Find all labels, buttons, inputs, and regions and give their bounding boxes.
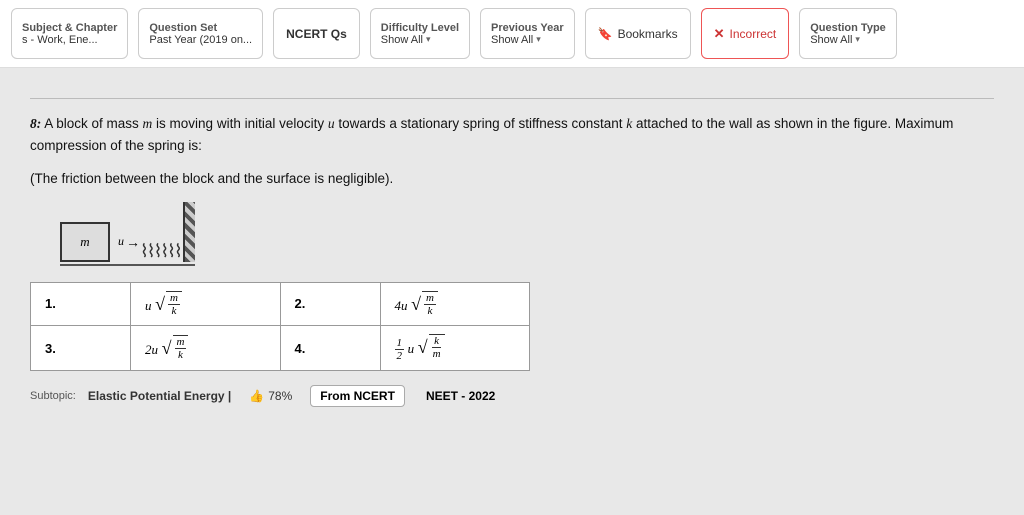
thumbs-up-icon: 👍	[249, 389, 264, 403]
bookmarks-button[interactable]: 🔖 Bookmarks	[585, 8, 691, 59]
difficulty-value: Show All ▾	[381, 34, 459, 46]
question-set-value: Past Year (2019 on...	[149, 34, 252, 46]
from-ncert-label: From NCERT	[320, 389, 395, 403]
previous-year-value: Show All ▾	[491, 34, 564, 46]
options-table: 1. u √ m k 2. 4u √	[30, 282, 530, 371]
subtopic-prefix: Subtopic:	[30, 390, 76, 402]
subject-chapter-label: Subject & Chapter	[22, 22, 117, 34]
option-2-num: 2.	[280, 282, 380, 325]
question-text: 8: A block of mass m is moving with init…	[30, 113, 994, 156]
option-3-num: 3.	[31, 325, 131, 370]
velocity-arrow: u →	[118, 234, 140, 250]
incorrect-label: Incorrect	[730, 27, 777, 41]
wall-figure	[183, 202, 195, 262]
difficulty-label: Difficulty Level	[381, 22, 459, 34]
block-figure: m	[60, 222, 110, 262]
thumbs-up-button[interactable]: 👍 78%	[243, 386, 298, 406]
question-type-value: Show All ▾	[810, 34, 886, 46]
difficulty-chevron-icon: ▾	[426, 34, 431, 45]
friction-note: (The friction between the block and the …	[30, 168, 994, 190]
option-4-expr: 1 2 u √ k m	[380, 325, 530, 370]
option-1-num: 1.	[31, 282, 131, 325]
figure-container: m u → ⌇⌇⌇⌇⌇⌇	[60, 202, 994, 266]
question-type-filter[interactable]: Question Type Show All ▾	[799, 8, 897, 59]
block-label: m	[80, 234, 89, 250]
question-type-chevron-icon: ▾	[855, 34, 860, 45]
option-3-expr: 2u √ m k	[131, 325, 281, 370]
option-1-expr: u √ m k	[131, 282, 281, 325]
previous-year-label: Previous Year	[491, 22, 564, 34]
question-number: 8:	[30, 116, 41, 131]
bookmarks-label: Bookmarks	[618, 27, 678, 41]
incorrect-button[interactable]: ✕ Incorrect	[701, 8, 790, 59]
question-set-label: Question Set	[149, 22, 252, 34]
option-row-1[interactable]: 1. u √ m k 2. 4u √	[31, 282, 530, 325]
stiffness-var: k	[626, 116, 632, 131]
previous-year-filter[interactable]: Previous Year Show All ▾	[480, 8, 575, 59]
exam-badge: NEET - 2022	[417, 386, 504, 406]
velocity-label: u	[118, 234, 124, 249]
percentage-value: 78%	[268, 389, 292, 403]
incorrect-x-icon: ✕	[714, 26, 725, 42]
filter-bar: Subject & Chapter s - Work, Ene... Quest…	[0, 0, 1024, 68]
difficulty-level-filter[interactable]: Difficulty Level Show All ▾	[370, 8, 470, 59]
spring-coil-icon: ⌇⌇⌇⌇⌇⌇	[140, 241, 181, 262]
velocity-var: u	[328, 116, 335, 131]
option-2-expr: 4u √ m k	[380, 282, 530, 325]
question-set-filter[interactable]: Question Set Past Year (2019 on...	[138, 8, 263, 59]
ncert-qs-label: NCERT Qs	[286, 27, 347, 41]
question-type-label: Question Type	[810, 22, 886, 34]
option-row-2[interactable]: 3. 2u √ m k 4. 1 2	[31, 325, 530, 370]
from-ncert-badge[interactable]: From NCERT	[310, 385, 405, 407]
subtopic-value: Elastic Potential Energy |	[88, 389, 231, 403]
ncert-qs-button[interactable]: NCERT Qs	[273, 8, 360, 59]
mass-var: m	[143, 116, 153, 131]
subject-chapter-value: s - Work, Ene...	[22, 34, 117, 46]
bookmark-icon: 🔖	[598, 27, 613, 41]
subject-chapter-filter[interactable]: Subject & Chapter s - Work, Ene...	[11, 8, 128, 59]
option-4-num: 4.	[280, 325, 380, 370]
exam-label: NEET - 2022	[426, 389, 495, 403]
bottom-bar: Subtopic: Elastic Potential Energy | 👍 7…	[30, 385, 994, 407]
previous-year-chevron-icon: ▾	[536, 34, 541, 45]
arrow-right-icon: →	[126, 234, 140, 250]
main-content: 8: A block of mass m is moving with init…	[0, 68, 1024, 515]
spring-figure: ⌇⌇⌇⌇⌇⌇	[140, 241, 181, 262]
separator	[30, 98, 994, 99]
